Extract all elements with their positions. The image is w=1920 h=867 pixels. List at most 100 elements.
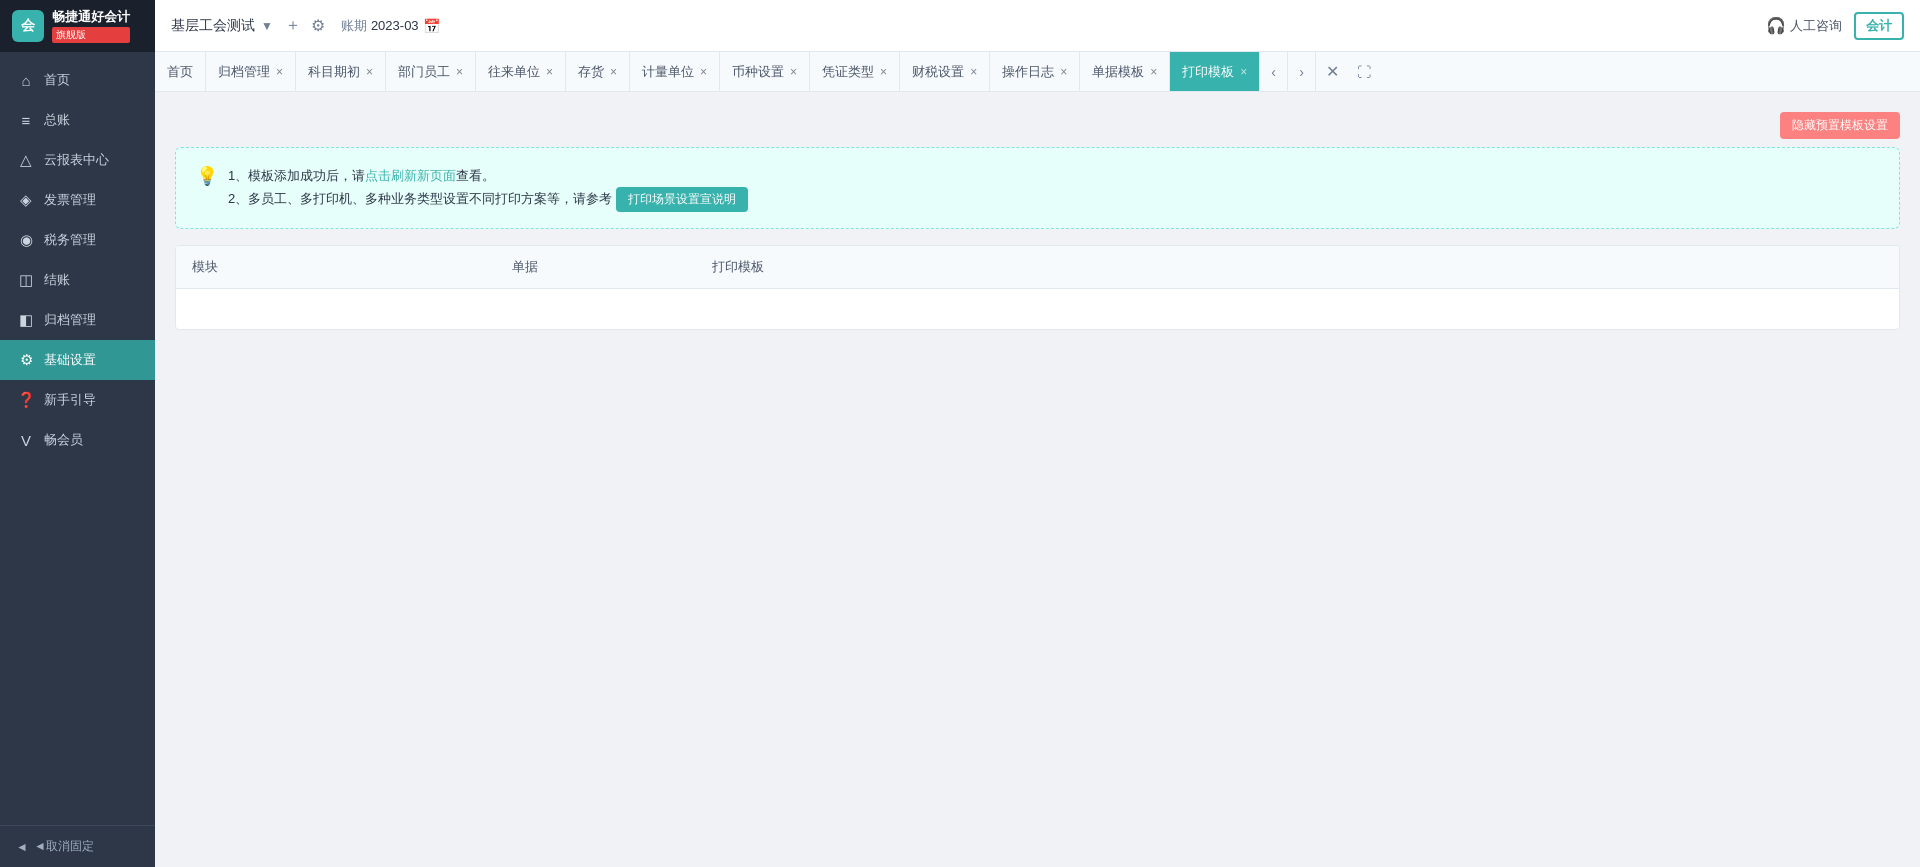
unpin-label: ◄取消固定 (34, 838, 94, 855)
refresh-link[interactable]: 点击刷新新页面 (365, 168, 456, 183)
logo-text: 畅捷通好会计 旗舰版 (52, 9, 130, 43)
tab-home[interactable]: 首页 (155, 52, 206, 92)
settings-icon: ⚙ (16, 350, 36, 370)
sidebar-label-ledger: 总账 (44, 111, 70, 129)
sidebar-item-reports[interactable]: △ 云报表中心 (0, 140, 155, 180)
tab-next-button[interactable]: › (1288, 52, 1316, 92)
sidebar-item-ledger[interactable]: ≡ 总账 (0, 100, 155, 140)
sidebar-item-tax[interactable]: ◉ 税务管理 (0, 220, 155, 260)
tab-close-subject[interactable]: × (366, 65, 373, 79)
tab-inventory[interactable]: 存货 × (566, 52, 630, 92)
tab-label-department: 部门员工 (398, 63, 450, 81)
tax-icon: ◉ (16, 230, 36, 250)
sidebar-label-home: 首页 (44, 71, 70, 89)
sidebar-item-archive[interactable]: ◧ 归档管理 (0, 300, 155, 340)
tab-close-print_template[interactable]: × (1240, 65, 1247, 79)
main-area: 基层工会测试 ▼ ＋ ⚙ 账期 2023-03 📅 🎧 人工咨询 会计 首页归档… (155, 0, 1920, 867)
tab-label-archive: 归档管理 (218, 63, 270, 81)
col-template-header: 打印模板 (696, 246, 1899, 288)
sidebar-label-tax: 税务管理 (44, 231, 96, 249)
print-scene-button[interactable]: 打印场景设置宣说明 (616, 187, 748, 212)
period-value: 2023-03 (371, 18, 419, 33)
period-display: 账期 2023-03 📅 (341, 17, 440, 35)
sidebar-label-close: 结账 (44, 271, 70, 289)
archive-icon: ◧ (16, 310, 36, 330)
tab-vendor[interactable]: 往来单位 × (476, 52, 566, 92)
tab-close-archive[interactable]: × (276, 65, 283, 79)
notice-content: 1、模板添加成功后，请点击刷新新页面查看。 2、多员工、多打印机、多种业务类型设… (228, 164, 748, 212)
tab-tax_settings[interactable]: 财税设置 × (900, 52, 990, 92)
col-doc-header: 单据 (496, 246, 696, 288)
content-wrapper: 隐藏预置模板设置 💡 1、模板添加成功后，请点击刷新新页面查看。 2、多员工、多… (175, 112, 1900, 330)
close-all-tabs-button[interactable]: ✕ (1316, 52, 1348, 92)
service-button[interactable]: 🎧 人工咨询 (1766, 16, 1842, 35)
tab-print_template[interactable]: 打印模板 × (1170, 52, 1260, 92)
topbar-right: 🎧 人工咨询 会计 (1766, 12, 1904, 40)
notice-line1-prefix: 1、模板添加成功后，请 (228, 168, 365, 183)
tab-subject[interactable]: 科目期初 × (296, 52, 386, 92)
tab-label-subject: 科目期初 (308, 63, 360, 81)
tab-label-inventory: 存货 (578, 63, 604, 81)
sidebar: 会 畅捷通好会计 旗舰版 ⌂ 首页 ≡ 总账 △ 云报表中心 ◈ 发票管理 ◉ … (0, 0, 155, 867)
tab-close-single_doc[interactable]: × (1150, 65, 1157, 79)
app-edition: 旗舰版 (52, 27, 130, 43)
ledger-icon: ≡ (16, 110, 36, 130)
headset-icon: 🎧 (1766, 16, 1786, 35)
app-title: 畅捷通好会计 (52, 9, 130, 25)
sidebar-item-home[interactable]: ⌂ 首页 (0, 60, 155, 100)
col-module-header: 模块 (176, 246, 496, 288)
sidebar-item-settings[interactable]: ⚙ 基础设置 (0, 340, 155, 380)
tab-label-voucher_type: 凭证类型 (822, 63, 874, 81)
sidebar-item-invoice[interactable]: ◈ 发票管理 (0, 180, 155, 220)
sidebar-label-settings: 基础设置 (44, 351, 96, 369)
company-name: 基层工会测试 (171, 17, 255, 35)
tab-label-single_doc: 单据模板 (1092, 63, 1144, 81)
expand-button[interactable]: ⛶ (1348, 52, 1380, 92)
tab-single_doc[interactable]: 单据模板 × (1080, 52, 1170, 92)
tab-label-operation_log: 操作日志 (1002, 63, 1054, 81)
tab-currency[interactable]: 币种设置 × (720, 52, 810, 92)
guide-icon: ❓ (16, 390, 36, 410)
close-icon: ◫ (16, 270, 36, 290)
tab-operation_log[interactable]: 操作日志 × (990, 52, 1080, 92)
tab-label-tax_settings: 财税设置 (912, 63, 964, 81)
period-label: 账期 (341, 17, 367, 35)
company-arrow-icon: ▼ (261, 19, 273, 33)
sidebar-nav: ⌂ 首页 ≡ 总账 △ 云报表中心 ◈ 发票管理 ◉ 税务管理 ◫ 结账 ◧ 归… (0, 52, 155, 825)
tab-close-unit[interactable]: × (700, 65, 707, 79)
tab-voucher_type[interactable]: 凭证类型 × (810, 52, 900, 92)
invoice-icon: ◈ (16, 190, 36, 210)
sidebar-item-vip[interactable]: V 畅会员 (0, 420, 155, 460)
tab-label-unit: 计量单位 (642, 63, 694, 81)
tab-close-voucher_type[interactable]: × (880, 65, 887, 79)
sidebar-item-guide[interactable]: ❓ 新手引导 (0, 380, 155, 420)
table-header: 模块 单据 打印模板 (176, 246, 1899, 289)
unpin-icon: ◄ (16, 840, 28, 854)
tab-prev-button[interactable]: ‹ (1260, 52, 1288, 92)
accountant-button[interactable]: 会计 (1854, 12, 1904, 40)
tab-close-inventory[interactable]: × (610, 65, 617, 79)
lightbulb-icon: 💡 (196, 165, 218, 187)
hide-preview-button[interactable]: 隐藏预置模板设置 (1780, 112, 1900, 139)
company-selector[interactable]: 基层工会测试 ▼ (171, 17, 273, 35)
tab-close-tax_settings[interactable]: × (970, 65, 977, 79)
calendar-icon[interactable]: 📅 (423, 18, 440, 34)
tab-department[interactable]: 部门员工 × (386, 52, 476, 92)
tab-archive[interactable]: 归档管理 × (206, 52, 296, 92)
tab-close-operation_log[interactable]: × (1060, 65, 1067, 79)
settings-icon[interactable]: ⚙ (311, 16, 325, 35)
tab-close-currency[interactable]: × (790, 65, 797, 79)
sidebar-label-invoice: 发票管理 (44, 191, 96, 209)
tab-label-vendor: 往来单位 (488, 63, 540, 81)
table-body-empty (176, 289, 1899, 329)
home-icon: ⌂ (16, 70, 36, 90)
sidebar-item-close[interactable]: ◫ 结账 (0, 260, 155, 300)
service-label: 人工咨询 (1790, 17, 1842, 35)
tab-close-vendor[interactable]: × (546, 65, 553, 79)
unpin-button[interactable]: ◄ ◄取消固定 (0, 825, 155, 867)
reports-icon: △ (16, 150, 36, 170)
add-tab-button[interactable]: ＋ (285, 15, 301, 36)
logo-icon: 会 (12, 10, 44, 42)
tab-unit[interactable]: 计量单位 × (630, 52, 720, 92)
tab-close-department[interactable]: × (456, 65, 463, 79)
